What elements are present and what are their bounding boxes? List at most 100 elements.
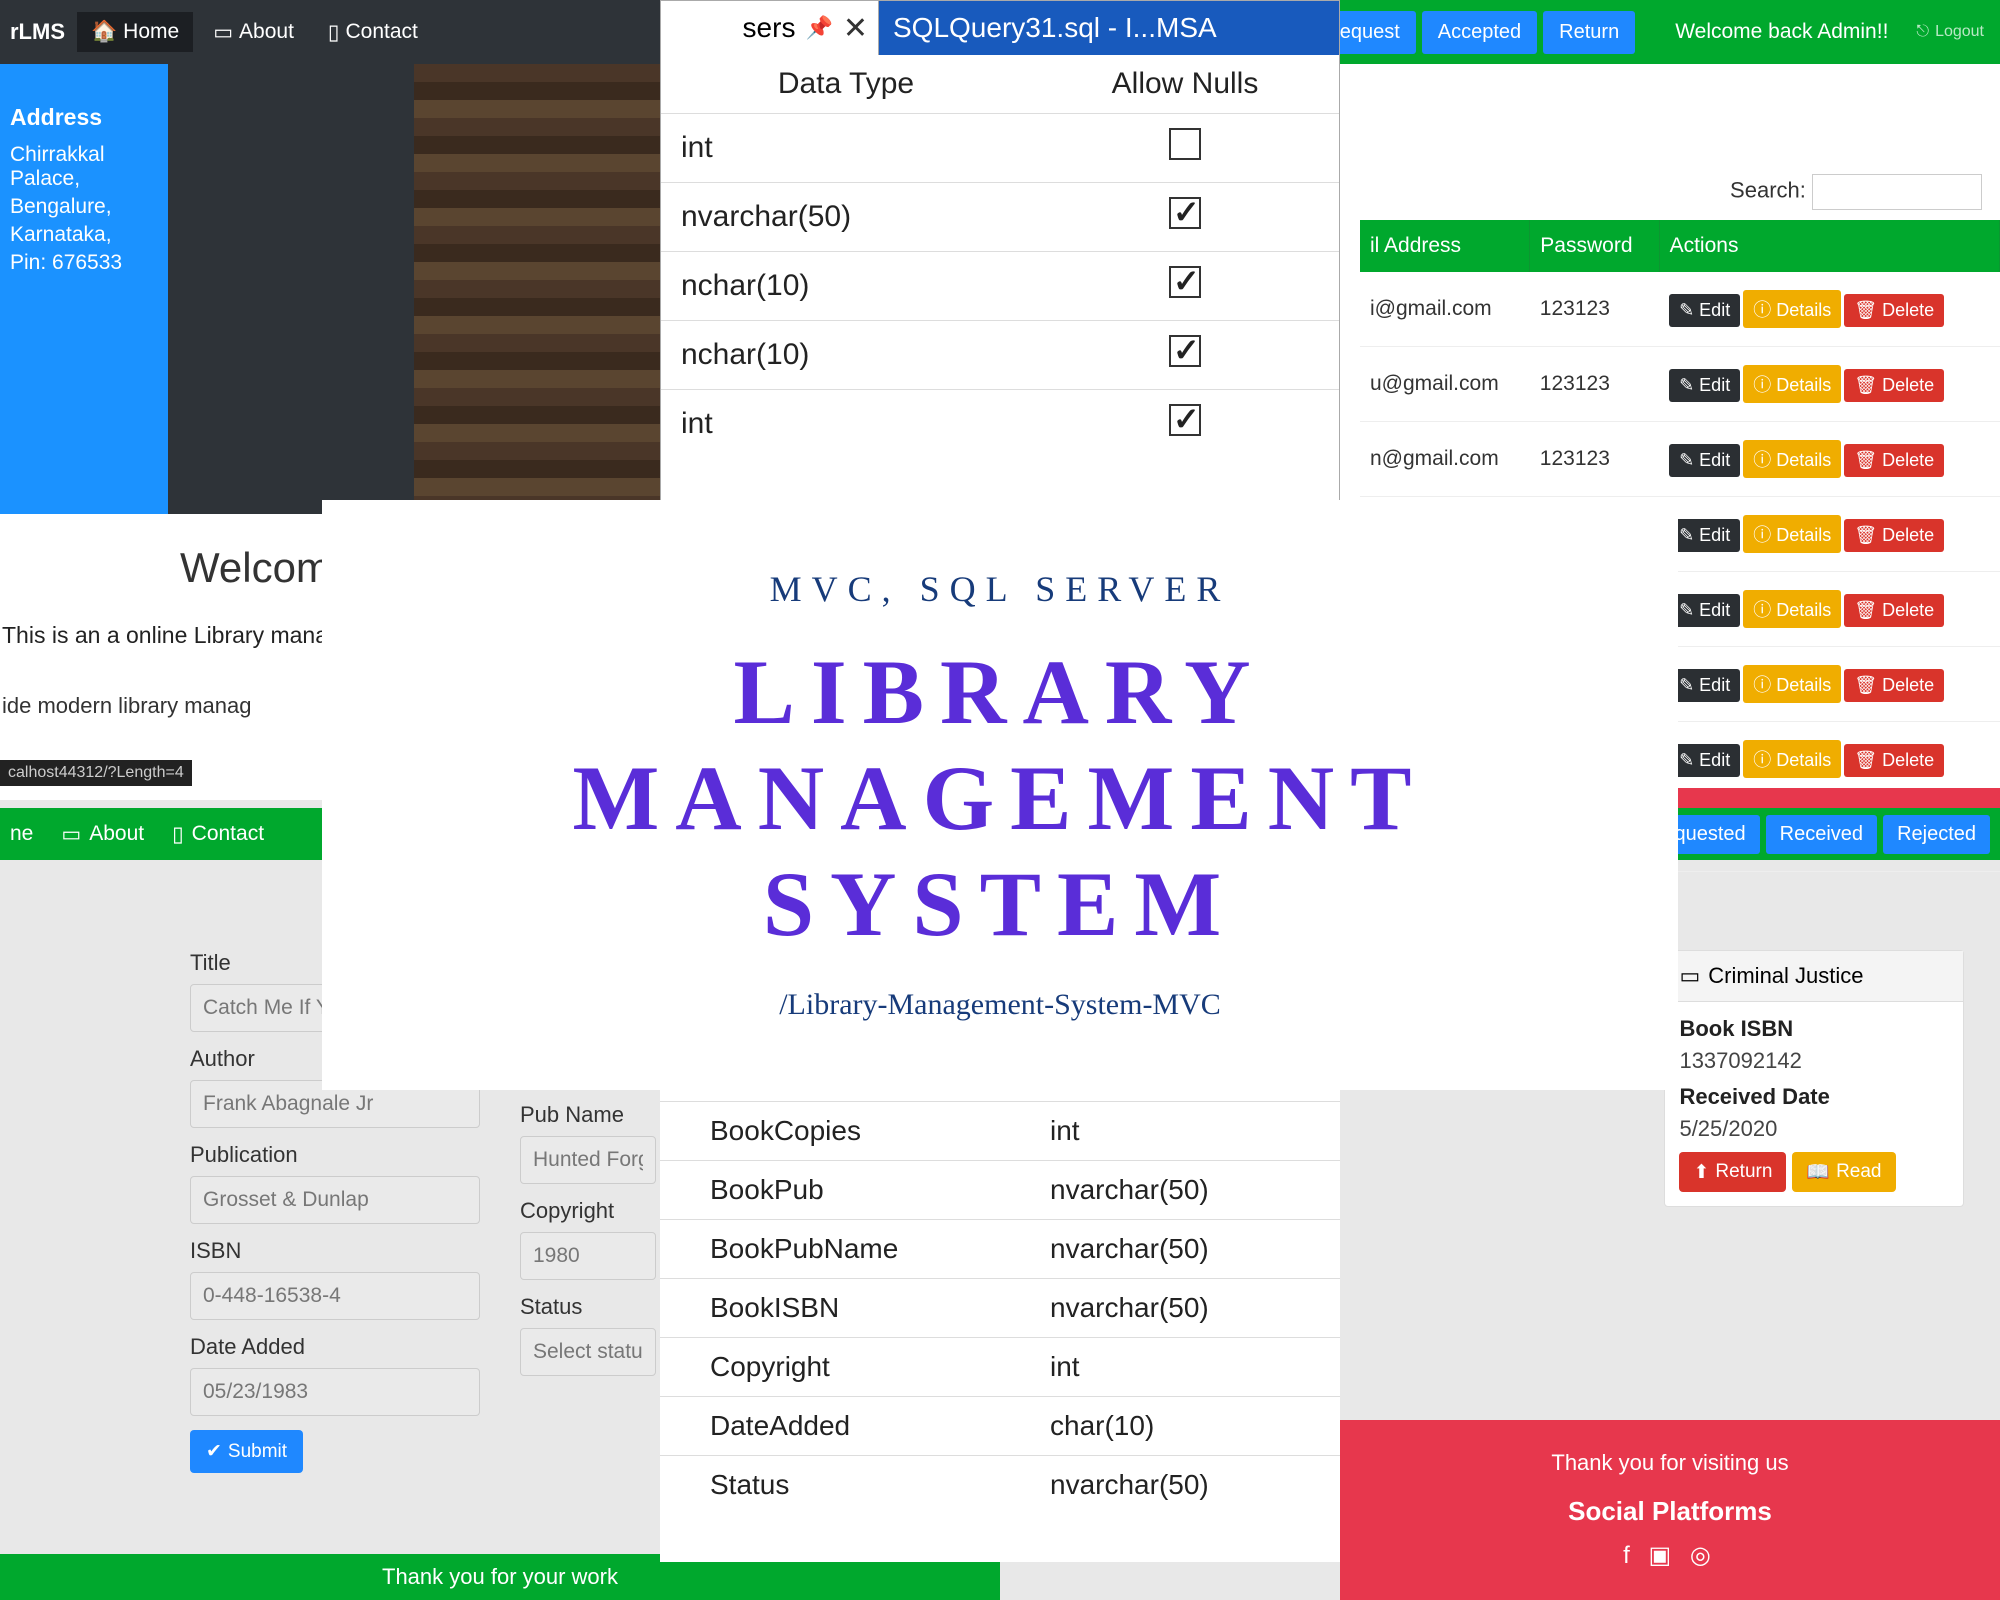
table-row: n@gmail.com123123✎ Editⓘ Details🗑 Delete — [1360, 422, 2000, 497]
delete-button[interactable]: 🗑 Delete — [1844, 294, 1944, 327]
nav-home[interactable]: 🏠Home — [77, 12, 193, 52]
edit-button[interactable]: ✎ Edit — [1669, 744, 1740, 777]
pin-icon[interactable]: 📌 — [805, 15, 832, 41]
books-image — [414, 64, 660, 514]
col-password[interactable]: Password — [1530, 220, 1659, 272]
welcome-text: Welcome back Admin!! — [1675, 20, 1888, 44]
received-label: Received Date — [1679, 1084, 1949, 1110]
sql-row[interactable]: BookCopiesint — [660, 1101, 1340, 1160]
pubname-input[interactable] — [520, 1136, 656, 1184]
check-icon: ✔ — [206, 1440, 222, 1463]
home-icon: 🏠 — [91, 20, 117, 44]
delete-button[interactable]: 🗑 Delete — [1844, 669, 1944, 702]
nav-about[interactable]: ▭About — [61, 822, 144, 847]
sql-row[interactable]: nchar(10) — [661, 320, 1339, 389]
address-l1: Chirrakkal Palace, — [10, 143, 158, 191]
brand: rLMS — [10, 19, 65, 45]
nav-received[interactable]: Received — [1766, 815, 1877, 854]
subtitle: MVC, SQL SERVER — [770, 568, 1231, 610]
table-row: u@gmail.com123123✎ Editⓘ Details🗑 Delete — [1360, 347, 2000, 422]
nav-rejected[interactable]: Rejected — [1883, 815, 1990, 854]
publication-input[interactable] — [190, 1176, 480, 1224]
book-icon: ▭ — [1679, 963, 1700, 989]
sql-row[interactable]: nchar(10) — [661, 251, 1339, 320]
url-tooltip: calhost44312/?Length=4 — [0, 760, 192, 786]
checkbox[interactable] — [1169, 266, 1201, 298]
nav-about[interactable]: ▭About — [199, 12, 308, 53]
table-row: i@gmail.com123123✎ Editⓘ Details🗑 Delete — [1360, 272, 2000, 347]
delete-button[interactable]: 🗑 Delete — [1844, 519, 1944, 552]
col-email[interactable]: il Address — [1360, 220, 1530, 272]
col-allownulls: Allow Nulls — [1031, 67, 1339, 101]
sql-tab-query[interactable]: SQLQuery31.sql - I...MSA — [879, 1, 1339, 55]
close-icon[interactable]: ✕ — [843, 11, 868, 46]
address-card: Address Chirrakkal Palace, Bengalure, Ka… — [0, 64, 168, 514]
isbn-label: Book ISBN — [1679, 1016, 1949, 1042]
sql-tab-users[interactable]: sers 📌✕ — [661, 1, 879, 55]
delete-button[interactable]: 🗑 Delete — [1844, 369, 1944, 402]
details-button[interactable]: ⓘ Details — [1743, 290, 1841, 328]
isbn-input[interactable] — [190, 1272, 480, 1320]
search-input[interactable] — [1812, 174, 1982, 210]
logout-label: Logout — [1935, 23, 1984, 41]
return-button[interactable]: ⬆Return — [1679, 1152, 1786, 1192]
instagram-icon[interactable]: ◎ — [1690, 1542, 1717, 1569]
main-title: LIBRARY MANAGEMENT SYSTEM — [322, 640, 1678, 957]
col-actions: Actions — [1659, 220, 1999, 272]
card-icon: ▭ — [213, 20, 233, 45]
book-card: ▭Criminal Justice Book ISBN 1337092142 R… — [1664, 950, 1964, 1207]
sql-row[interactable]: BookISBNnvarchar(50) — [660, 1278, 1340, 1337]
submit-button[interactable]: ✔Submit — [190, 1430, 303, 1473]
sql-row[interactable]: nvarchar(50) — [661, 182, 1339, 251]
address-l3: Karnataka, — [10, 223, 158, 247]
edit-button[interactable]: ✎ Edit — [1669, 594, 1740, 627]
nav-home-label: Home — [123, 20, 179, 44]
checkbox[interactable] — [1169, 128, 1201, 160]
search-label: Search: — [1730, 178, 1806, 203]
checkbox[interactable] — [1169, 404, 1201, 436]
details-button[interactable]: ⓘ Details — [1743, 665, 1841, 703]
edit-button[interactable]: ✎ Edit — [1669, 444, 1740, 477]
nav-contact-label: Contact — [345, 20, 417, 44]
facebook-icon[interactable]: f — [1623, 1542, 1636, 1569]
nav-return[interactable]: Return — [1543, 11, 1635, 54]
center-title-card: MVC, SQL SERVER LIBRARY MANAGEMENT SYSTE… — [322, 500, 1678, 1090]
footer-social: Social Platforms — [1340, 1496, 2000, 1527]
checkbox[interactable] — [1169, 197, 1201, 229]
date-input[interactable] — [190, 1368, 480, 1416]
edit-button[interactable]: ✎ Edit — [1669, 669, 1740, 702]
read-button[interactable]: 📖Read — [1792, 1152, 1895, 1192]
nav-contact[interactable]: ▯Contact — [172, 822, 264, 847]
delete-button[interactable]: 🗑 Delete — [1844, 444, 1944, 477]
nav-about-label: About — [239, 20, 294, 44]
logout-link[interactable]: ⎋Logout — [1916, 23, 1984, 41]
sql-row[interactable]: Copyrightint — [660, 1337, 1340, 1396]
sql-row[interactable]: DateAddedchar(10) — [660, 1396, 1340, 1455]
nav-item[interactable]: ne — [10, 822, 33, 846]
details-button[interactable]: ⓘ Details — [1743, 440, 1841, 478]
details-button[interactable]: ⓘ Details — [1743, 590, 1841, 628]
nav-contact[interactable]: ▯Contact — [314, 12, 432, 53]
status-select[interactable] — [520, 1328, 656, 1376]
edit-button[interactable]: ✎ Edit — [1669, 294, 1740, 327]
sql-row[interactable]: BookPubnvarchar(50) — [660, 1160, 1340, 1219]
copyright-input[interactable] — [520, 1232, 656, 1280]
phone-icon: ▯ — [172, 822, 184, 847]
sql-row[interactable]: int — [661, 113, 1339, 182]
sql-row[interactable]: Statusnvarchar(50) — [660, 1455, 1340, 1514]
edit-button[interactable]: ✎ Edit — [1669, 369, 1740, 402]
edit-button[interactable]: ✎ Edit — [1669, 519, 1740, 552]
checkbox[interactable] — [1169, 335, 1201, 367]
details-button[interactable]: ⓘ Details — [1743, 365, 1841, 403]
sql-row[interactable]: BookPubNamenvarchar(50) — [660, 1219, 1340, 1278]
sql-columns-mid: BookAuthornvarchar(50) BookCopiesint Boo… — [660, 1042, 1340, 1562]
details-button[interactable]: ⓘ Details — [1743, 740, 1841, 778]
sql-row[interactable]: int — [661, 389, 1339, 458]
delete-button[interactable]: 🗑 Delete — [1844, 744, 1944, 777]
card-icon: ▭ — [61, 822, 81, 847]
details-button[interactable]: ⓘ Details — [1743, 515, 1841, 553]
red-footer: Thank you for visiting us Social Platfor… — [1340, 1420, 2000, 1600]
twitter-icon[interactable]: ▣ — [1649, 1542, 1678, 1569]
delete-button[interactable]: 🗑 Delete — [1844, 594, 1944, 627]
nav-accepted[interactable]: Accepted — [1422, 11, 1537, 54]
